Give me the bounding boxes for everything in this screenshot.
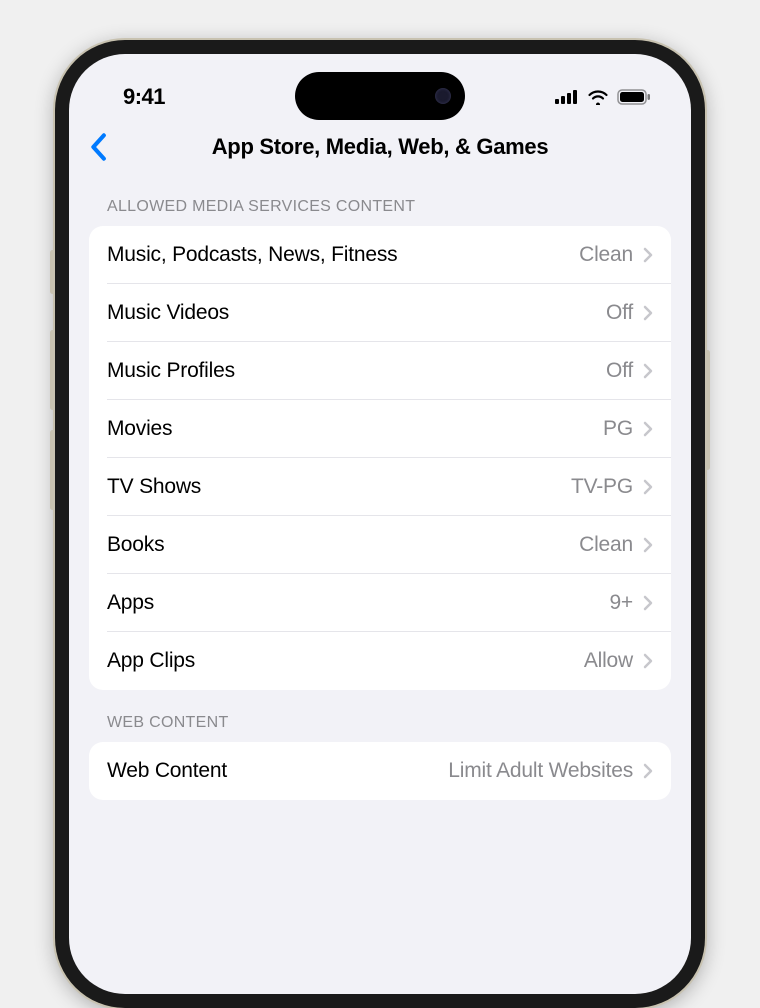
side-button — [50, 250, 55, 294]
back-button[interactable] — [89, 133, 107, 161]
row-movies[interactable]: Movies PG — [89, 400, 671, 458]
row-label: TV Shows — [107, 475, 571, 499]
row-apps[interactable]: Apps 9+ — [89, 574, 671, 632]
camera-icon — [435, 88, 451, 104]
row-web-content[interactable]: Web Content Limit Adult Websites — [89, 742, 671, 800]
chevron-right-icon — [643, 305, 653, 321]
row-label: Movies — [107, 417, 603, 441]
row-value: Off — [606, 301, 633, 325]
battery-icon — [617, 89, 651, 105]
list-group-web: Web Content Limit Adult Websites — [89, 742, 671, 800]
chevron-right-icon — [643, 247, 653, 263]
section-header: ALLOWED MEDIA SERVICES CONTENT — [89, 174, 671, 226]
row-label: Web Content — [107, 759, 448, 783]
chevron-right-icon — [643, 363, 653, 379]
dynamic-island — [295, 72, 465, 120]
row-label: App Clips — [107, 649, 584, 673]
row-tv-shows[interactable]: TV Shows TV-PG — [89, 458, 671, 516]
row-music-videos[interactable]: Music Videos Off — [89, 284, 671, 342]
status-icons — [555, 89, 651, 105]
row-label: Apps — [107, 591, 609, 615]
list-group-media: Music, Podcasts, News, Fitness Clean Mus… — [89, 226, 671, 690]
row-value: Off — [606, 359, 633, 383]
side-button — [50, 430, 55, 510]
section-header: WEB CONTENT — [89, 690, 671, 742]
row-label: Music, Podcasts, News, Fitness — [107, 243, 579, 267]
cellular-icon — [555, 90, 579, 104]
side-button — [705, 350, 710, 470]
status-time: 9:41 — [123, 84, 165, 110]
side-button — [50, 330, 55, 410]
row-music-podcasts[interactable]: Music, Podcasts, News, Fitness Clean — [89, 226, 671, 284]
row-value: Clean — [579, 533, 633, 557]
row-label: Books — [107, 533, 579, 557]
row-books[interactable]: Books Clean — [89, 516, 671, 574]
page-title: App Store, Media, Web, & Games — [89, 134, 671, 160]
row-value: Clean — [579, 243, 633, 267]
wifi-icon — [587, 89, 609, 105]
phone-frame: 9:41 — [55, 40, 705, 1008]
chevron-right-icon — [643, 653, 653, 669]
chevron-right-icon — [643, 421, 653, 437]
row-value: PG — [603, 417, 633, 441]
screen: 9:41 — [69, 54, 691, 994]
chevron-right-icon — [643, 537, 653, 553]
settings-content: ALLOWED MEDIA SERVICES CONTENT Music, Po… — [69, 174, 691, 800]
row-label: Music Profiles — [107, 359, 606, 383]
row-music-profiles[interactable]: Music Profiles Off — [89, 342, 671, 400]
chevron-right-icon — [643, 595, 653, 611]
row-value: Allow — [584, 649, 633, 673]
chevron-right-icon — [643, 763, 653, 779]
row-value: TV-PG — [571, 475, 633, 499]
row-value: Limit Adult Websites — [448, 759, 633, 783]
row-app-clips[interactable]: App Clips Allow — [89, 632, 671, 690]
nav-bar: App Store, Media, Web, & Games — [69, 124, 691, 174]
row-value: 9+ — [609, 591, 633, 615]
chevron-right-icon — [643, 479, 653, 495]
row-label: Music Videos — [107, 301, 606, 325]
